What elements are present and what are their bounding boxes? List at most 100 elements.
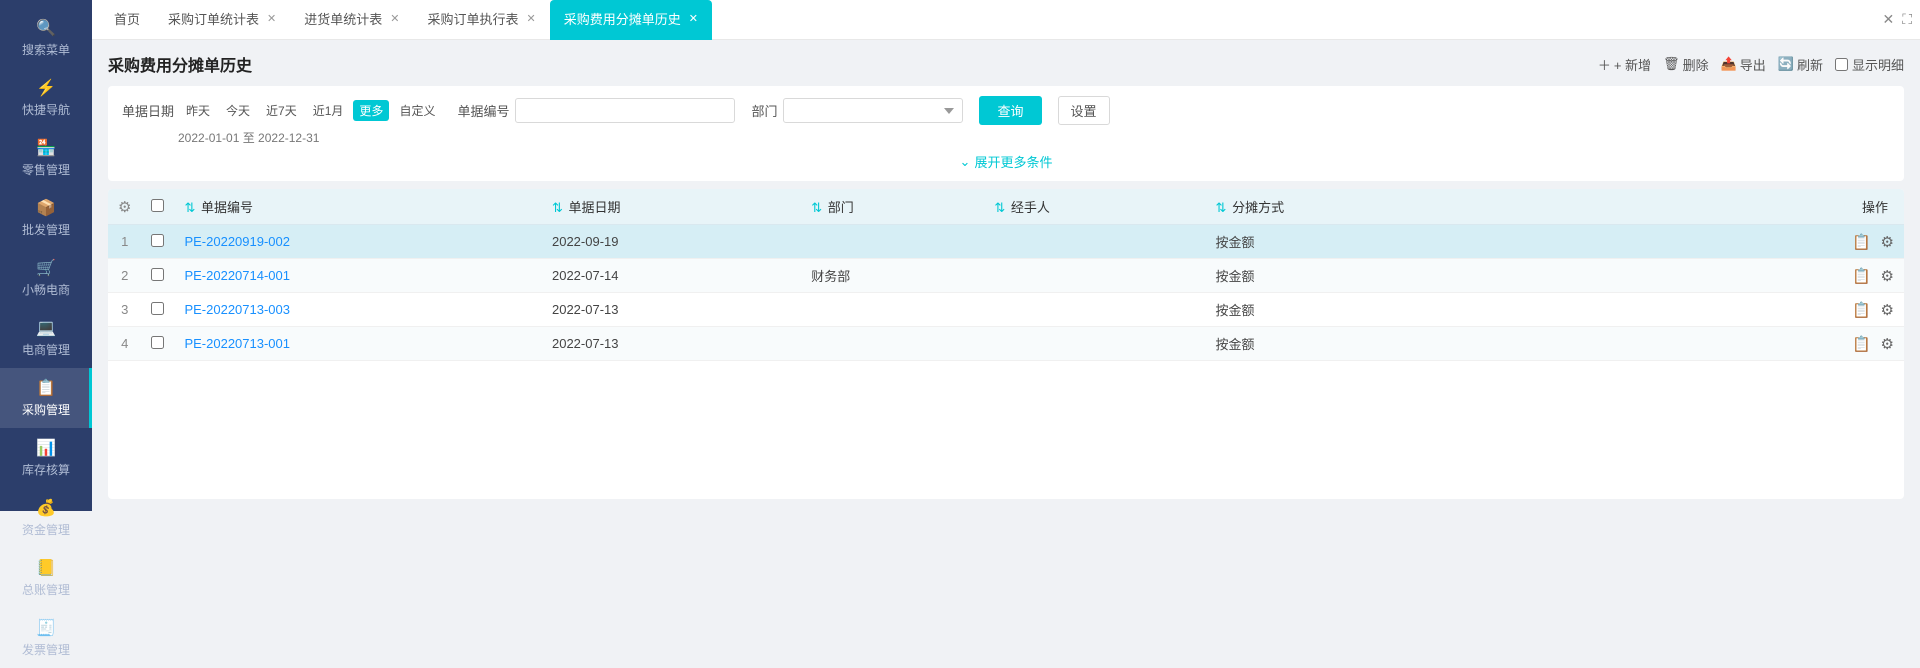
invoice-icon: 🧾	[4, 618, 88, 638]
row-checkbox[interactable]	[151, 336, 164, 349]
show-compact-checkbox[interactable]	[1835, 58, 1848, 71]
filter-row: 单据日期 昨天 今天 近7天 近1月 更多 自定义 单据编号	[122, 96, 1890, 125]
sort-split-method-icon[interactable]: ⇅	[1216, 200, 1227, 215]
sidebar-item-invoice[interactable]: 🧾 发票管理	[0, 608, 92, 668]
row-handler-cell	[984, 259, 1205, 293]
window-close-icon[interactable]: ✕	[1882, 11, 1894, 28]
row-more-icon[interactable]: ⚙	[1881, 302, 1894, 319]
doc-no-link[interactable]: PE-20220714-001	[184, 268, 290, 283]
row-handler-cell	[984, 327, 1205, 361]
chevron-down-icon: ⌄	[960, 154, 971, 170]
row-doc-no-cell: PE-20220714-001	[174, 259, 542, 293]
row-more-icon[interactable]: ⚙	[1881, 268, 1894, 285]
doc-no-input[interactable]	[515, 98, 735, 123]
date-btn-yesterday[interactable]: 昨天	[180, 100, 216, 121]
row-settings-cell: 2	[108, 259, 141, 293]
row-split-method-cell: 按金额	[1206, 293, 1706, 327]
row-op-cell: 📋 ⚙	[1706, 225, 1904, 259]
window-maximize-icon[interactable]: ⛶	[1902, 11, 1912, 28]
tab-incoming-stats[interactable]: 进货单统计表 ✕	[290, 0, 413, 40]
row-more-icon[interactable]: ⚙	[1881, 234, 1894, 251]
col-settings: ⚙	[108, 189, 141, 225]
sort-handler-icon[interactable]: ⇅	[994, 200, 1005, 215]
doc-no-filter-group: 单据编号	[457, 98, 735, 123]
sidebar-item-quick-nav[interactable]: ⚡ 快捷导航	[0, 68, 92, 128]
row-op-cell: 📋 ⚙	[1706, 259, 1904, 293]
delete-button[interactable]: 🗑 删除	[1663, 55, 1709, 74]
delete-icon: 🗑	[1663, 56, 1680, 72]
tab-close-incoming-stats[interactable]: ✕	[390, 12, 399, 25]
row-checkbox[interactable]	[151, 268, 164, 281]
sidebar-item-finance[interactable]: 💰 资金管理	[0, 488, 92, 548]
row-checkbox-cell	[141, 225, 174, 259]
refresh-button[interactable]: 🔄 刷新	[1778, 55, 1823, 74]
row-edit-icon[interactable]: 📋	[1852, 268, 1871, 285]
sidebar-item-retail[interactable]: 🏪 零售管理	[0, 128, 92, 188]
date-btn-more[interactable]: 更多	[353, 100, 389, 121]
date-btn-7days[interactable]: 近7天	[260, 100, 303, 121]
show-compact-toggle[interactable]: 显示明细	[1835, 55, 1904, 74]
row-op-cell: 📋 ⚙	[1706, 293, 1904, 327]
row-date-cell: 2022-07-13	[542, 327, 801, 361]
row-more-icon[interactable]: ⚙	[1881, 336, 1894, 353]
row-edit-icon[interactable]: 📋	[1852, 336, 1871, 353]
row-doc-no-cell: PE-20220713-001	[174, 327, 542, 361]
dept-select[interactable]	[783, 98, 963, 123]
row-doc-no-cell: PE-20220713-003	[174, 293, 542, 327]
filter-settings-button[interactable]: 设置	[1058, 96, 1110, 125]
ledger-icon: 📒	[4, 558, 88, 578]
date-btn-custom[interactable]: 自定义	[393, 100, 441, 121]
filter-bar: 单据日期 昨天 今天 近7天 近1月 更多 自定义 单据编号	[108, 86, 1904, 181]
row-checkbox[interactable]	[151, 234, 164, 247]
tab-close-purchase-cost-split[interactable]: ✕	[689, 12, 698, 25]
select-all-checkbox[interactable]	[151, 199, 164, 212]
row-handler-cell	[984, 293, 1205, 327]
doc-no-link[interactable]: PE-20220919-002	[184, 234, 290, 249]
row-checkbox[interactable]	[151, 302, 164, 315]
col-date: ⇅ 单据日期	[542, 189, 801, 225]
dept-filter-group: 部门	[751, 98, 963, 123]
sort-doc-no-icon[interactable]: ⇅	[184, 200, 195, 215]
sidebar-item-ecom[interactable]: 💻 电商管理	[0, 308, 92, 368]
tab-close-purchase-order-stats[interactable]: ✕	[267, 12, 276, 25]
mini-ecom-icon: 🛒	[4, 258, 88, 278]
sidebar-item-search[interactable]: 🔍 搜索菜单	[0, 8, 92, 68]
search-button[interactable]: 查询	[979, 96, 1041, 125]
row-dept-cell: 财务部	[801, 259, 984, 293]
table-row: 1 PE-20220919-002 2022-09-19 按金额 📋 ⚙	[108, 225, 1904, 259]
tab-purchase-order-stats[interactable]: 采购订单统计表 ✕	[154, 0, 290, 40]
expand-more-conditions[interactable]: ⌄ 展开更多条件	[122, 152, 1890, 171]
tab-home[interactable]: 首页	[100, 0, 154, 40]
date-filter-label: 单据日期	[122, 101, 174, 120]
row-edit-icon[interactable]: 📋	[1852, 234, 1871, 251]
row-split-method-cell: 按金额	[1206, 259, 1706, 293]
page-header: 采购费用分摊单历史 ＋ + 新增 🗑 删除 📤 导出 🔄 刷新	[108, 52, 1904, 76]
purchase-icon: 📋	[4, 378, 88, 398]
sidebar-item-mini-ecom[interactable]: 🛒 小畅电商	[0, 248, 92, 308]
date-btn-1month[interactable]: 近1月	[307, 100, 350, 121]
tab-purchase-cost-split[interactable]: 采购费用分摊单历史 ✕	[550, 0, 712, 40]
add-button[interactable]: ＋ + 新增	[1598, 55, 1651, 74]
col-split-method: ⇅ 分摊方式	[1206, 189, 1706, 225]
row-date-cell: 2022-07-13	[542, 293, 801, 327]
tab-purchase-order-exec[interactable]: 采购订单执行表 ✕	[413, 0, 549, 40]
col-settings-icon[interactable]: ⚙	[118, 199, 131, 216]
sidebar-item-ledger[interactable]: 📒 总账管理	[0, 548, 92, 608]
date-btn-today[interactable]: 今天	[220, 100, 256, 121]
sidebar-item-inventory[interactable]: 📊 库存核算	[0, 428, 92, 488]
sidebar-item-wholesale[interactable]: 📦 批发管理	[0, 188, 92, 248]
doc-no-link[interactable]: PE-20220713-003	[184, 302, 290, 317]
tab-close-purchase-order-exec[interactable]: ✕	[527, 12, 536, 25]
date-range-display: 2022-01-01 至 2022-12-31	[122, 129, 1890, 146]
sidebar-item-purchase[interactable]: 📋 采购管理	[0, 368, 92, 428]
inventory-icon: 📊	[4, 438, 88, 458]
sort-date-icon[interactable]: ⇅	[552, 200, 563, 215]
doc-no-link[interactable]: PE-20220713-001	[184, 336, 290, 351]
wholesale-icon: 📦	[4, 198, 88, 218]
table-row: 3 PE-20220713-003 2022-07-13 按金额 📋 ⚙	[108, 293, 1904, 327]
row-edit-icon[interactable]: 📋	[1852, 302, 1871, 319]
export-button[interactable]: 📤 导出	[1721, 55, 1766, 74]
sort-dept-icon[interactable]: ⇅	[811, 200, 822, 215]
row-dept-cell	[801, 327, 984, 361]
search-icon: 🔍	[4, 18, 88, 38]
